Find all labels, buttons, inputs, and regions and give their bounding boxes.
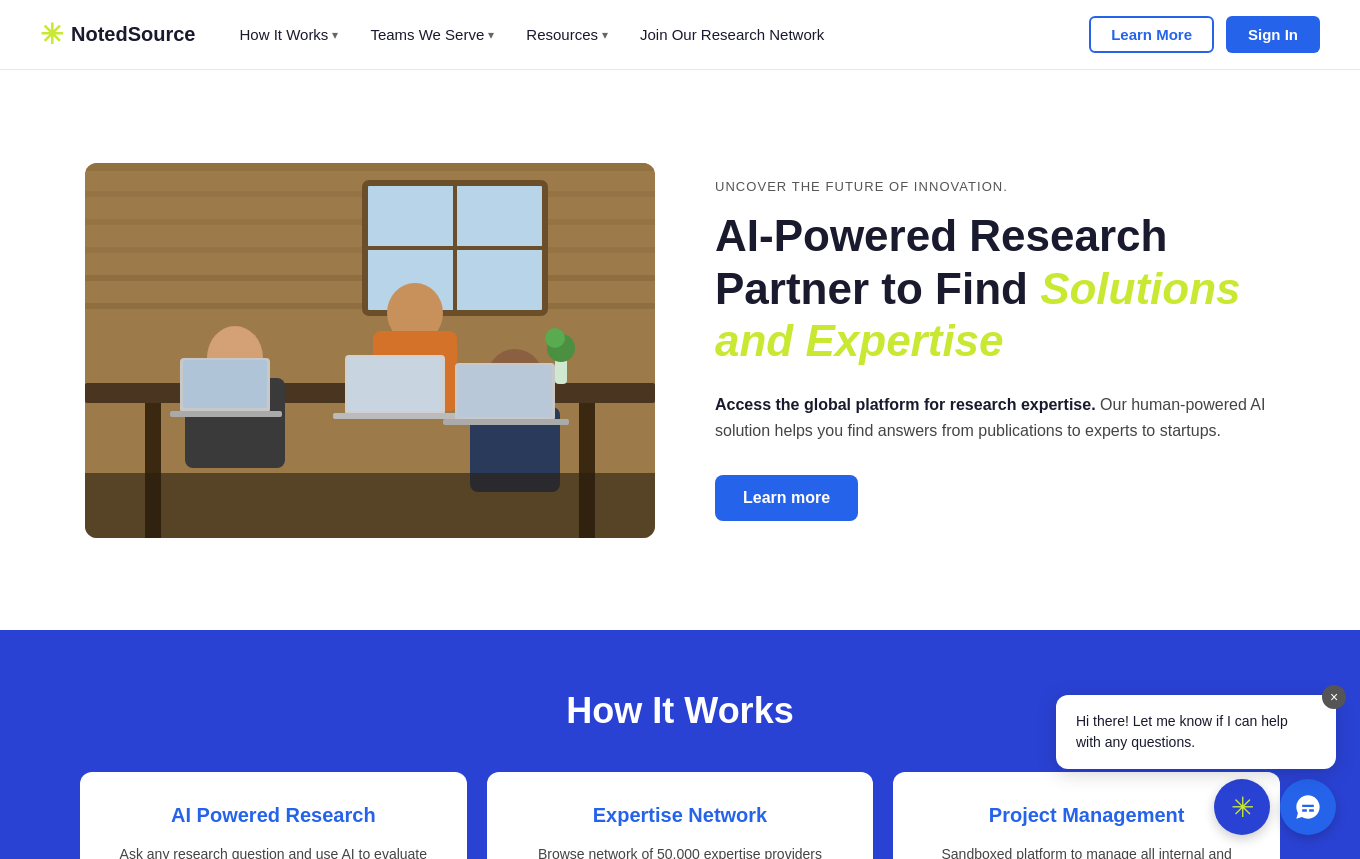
nav-how-it-works-label: How It Works <box>239 26 328 43</box>
navbar: ✳ NotedSource How It Works ▾ Teams We Se… <box>0 0 1360 70</box>
chat-message-text: Hi there! Let me know if I can help with… <box>1076 713 1288 750</box>
nav-learn-more-button[interactable]: Learn More <box>1089 16 1214 53</box>
card-expertise-network-text: Browse network of 50,000 expertise provi… <box>511 843 850 859</box>
nav-links: How It Works ▾ Teams We Serve ▾ Resource… <box>227 18 836 51</box>
card-ai-research-text: Ask any research question and use AI to … <box>104 843 443 859</box>
svg-rect-28 <box>443 419 569 425</box>
logo-link[interactable]: ✳ NotedSource <box>40 21 195 49</box>
hero-learn-more-button[interactable]: Learn more <box>715 475 858 521</box>
svg-rect-22 <box>348 357 442 411</box>
chat-widget: × Hi there! Let me know if I can help wi… <box>1056 695 1336 835</box>
nav-resources-label: Resources <box>526 26 598 43</box>
svg-rect-1 <box>85 163 655 171</box>
chat-avatar[interactable]: ✳ <box>1214 779 1270 835</box>
nav-teams-label: Teams We Serve <box>370 26 484 43</box>
hero-eyebrow: UNCOVER THE FUTURE OF INNOVATION. <box>715 179 1275 194</box>
svg-rect-17 <box>183 360 267 408</box>
hero-description: Access the global platform for research … <box>715 392 1275 443</box>
nav-item-how-it-works[interactable]: How It Works ▾ <box>227 18 350 51</box>
nav-item-join-network[interactable]: Join Our Research Network <box>628 18 836 51</box>
svg-rect-27 <box>458 365 552 417</box>
chat-open-button[interactable] <box>1280 779 1336 835</box>
hero-image <box>85 163 655 538</box>
svg-rect-18 <box>170 411 282 417</box>
chat-icon <box>1294 793 1322 821</box>
close-icon: × <box>1330 689 1338 705</box>
hero-description-bold: Access the global platform for research … <box>715 396 1096 413</box>
chat-bubble: × Hi there! Let me know if I can help wi… <box>1056 695 1336 769</box>
card-ai-research: AI Powered Research Ask any research que… <box>80 772 467 859</box>
logo-text: NotedSource <box>71 23 195 46</box>
chat-star-icon: ✳ <box>1231 791 1254 824</box>
nav-sign-in-button[interactable]: Sign In <box>1226 16 1320 53</box>
navbar-right: Learn More Sign In <box>1089 16 1320 53</box>
hero-scene-graphic <box>85 163 655 538</box>
hero-section: UNCOVER THE FUTURE OF INNOVATION. AI-Pow… <box>0 70 1360 630</box>
nav-item-teams-we-serve[interactable]: Teams We Serve ▾ <box>358 18 506 51</box>
chevron-down-icon: ▾ <box>332 28 338 42</box>
card-project-management-text: Sandboxed platform to manage all interna… <box>917 843 1256 859</box>
navbar-left: ✳ NotedSource How It Works ▾ Teams We Se… <box>40 18 836 51</box>
nav-join-label: Join Our Research Network <box>640 26 824 43</box>
nav-item-resources[interactable]: Resources ▾ <box>514 18 620 51</box>
chevron-down-icon: ▾ <box>602 28 608 42</box>
svg-rect-32 <box>85 473 655 538</box>
hero-content: UNCOVER THE FUTURE OF INNOVATION. AI-Pow… <box>715 179 1275 522</box>
logo-star-icon: ✳ <box>40 21 63 49</box>
svg-rect-23 <box>333 413 459 419</box>
card-ai-research-title: AI Powered Research <box>104 804 443 827</box>
svg-point-31 <box>545 328 565 348</box>
card-expertise-network: Expertise Network Browse network of 50,0… <box>487 772 874 859</box>
chat-close-button[interactable]: × <box>1322 685 1346 709</box>
chevron-down-icon: ▾ <box>488 28 494 42</box>
card-expertise-network-title: Expertise Network <box>511 804 850 827</box>
hero-title: AI-Powered Research Partner to Find Solu… <box>715 210 1275 368</box>
